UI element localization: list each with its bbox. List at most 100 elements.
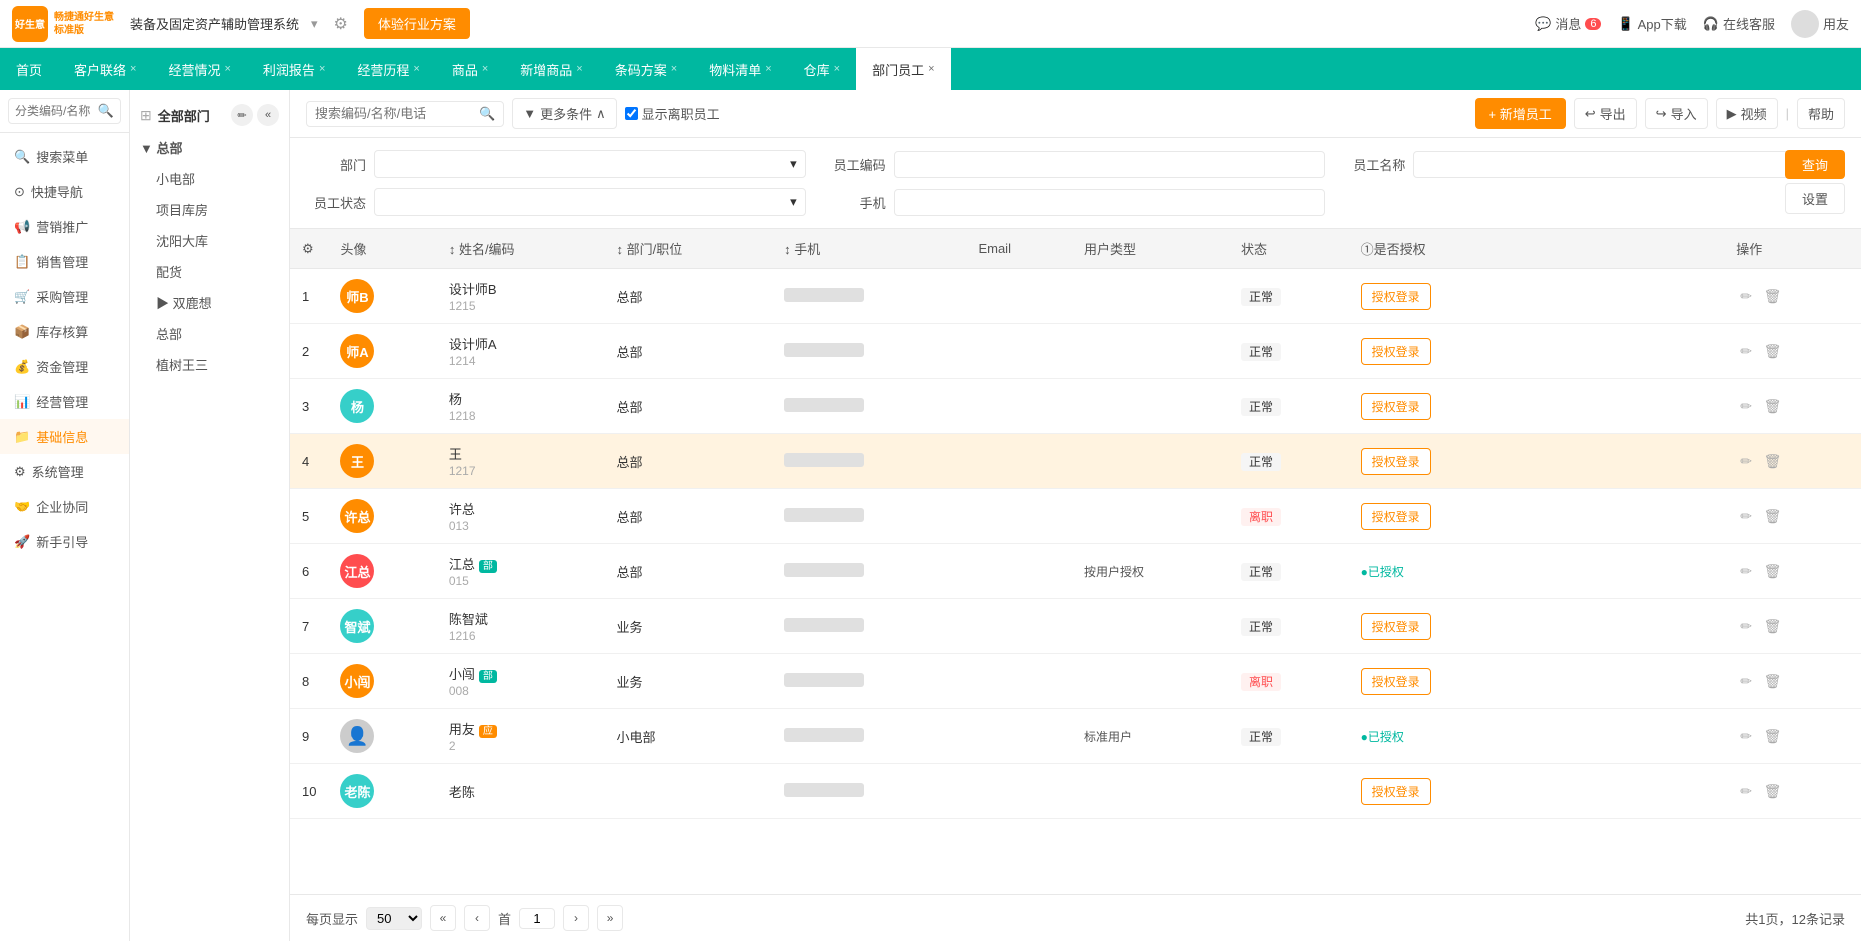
query-button[interactable]: 查询 — [1785, 150, 1845, 179]
reset-button[interactable]: 设置 — [1785, 183, 1845, 214]
row-auth[interactable]: 授权登录 — [1349, 654, 1525, 709]
export-button[interactable]: ↩ 导出 — [1574, 98, 1637, 129]
nav-item-条码方案[interactable]: 条码方案 × — [599, 48, 693, 90]
sidebar-item-basic[interactable]: 📁基础信息 — [0, 419, 129, 454]
help-button[interactable]: 帮助 — [1797, 98, 1845, 129]
edit-button[interactable]: ✏ — [1736, 286, 1756, 307]
delete-button[interactable]: 🗑 — [1760, 781, 1786, 802]
page-input[interactable] — [519, 908, 555, 929]
nav-close-icon[interactable]: × — [130, 63, 136, 75]
col-settings[interactable]: ⚙ — [290, 229, 328, 269]
dept-tree-item[interactable]: 植树王三 — [130, 349, 289, 380]
nav-item-经营历程[interactable]: 经营历程 × — [341, 48, 435, 90]
sidebar-item-system[interactable]: ⚙系统管理 — [0, 454, 129, 489]
emp-code-input[interactable] — [894, 151, 1326, 178]
row-auth[interactable]: 授权登录 — [1349, 599, 1525, 654]
delete-button[interactable]: 🗑 — [1760, 451, 1786, 472]
nav-item-新增商品[interactable]: 新增商品 × — [504, 48, 598, 90]
nav-close-icon[interactable]: × — [576, 63, 582, 75]
col-name[interactable]: ↕ 姓名/编码 — [437, 229, 605, 269]
auth-button[interactable]: 授权登录 — [1361, 778, 1431, 805]
sidebar-search-input[interactable] — [15, 104, 98, 118]
edit-button[interactable]: ✏ — [1736, 726, 1756, 747]
prev-page-button[interactable]: ‹ — [464, 905, 490, 931]
nav-close-icon[interactable]: × — [671, 63, 677, 75]
show-resigned-checkbox[interactable]: 显示离职员工 — [625, 104, 720, 123]
auth-button[interactable]: 授权登录 — [1361, 503, 1431, 530]
nav-close-icon[interactable]: × — [928, 63, 934, 75]
edit-button[interactable]: ✏ — [1736, 451, 1756, 472]
delete-button[interactable]: 🗑 — [1760, 616, 1786, 637]
sidebar-item-collab[interactable]: 🤝企业协同 — [0, 489, 129, 524]
delete-button[interactable]: 🗑 — [1760, 396, 1786, 417]
row-auth[interactable]: 授权登录 — [1349, 434, 1525, 489]
edit-button[interactable]: ✏ — [1736, 616, 1756, 637]
edit-button[interactable]: ✏ — [1736, 506, 1756, 527]
edit-button[interactable]: ✏ — [1736, 561, 1756, 582]
row-auth[interactable]: 授权登录 — [1349, 764, 1525, 819]
app-download-item[interactable]: 📱 App下载 — [1617, 14, 1686, 33]
auth-button[interactable]: 授权登录 — [1361, 283, 1431, 310]
nav-close-icon[interactable]: × — [834, 63, 840, 75]
nav-item-首页[interactable]: 首页 — [0, 48, 58, 90]
page-size-select[interactable]: 50 20 100 — [366, 907, 422, 930]
trial-button[interactable]: 体验行业方案 — [364, 8, 470, 39]
gear-icon[interactable]: ⚙ — [334, 14, 348, 34]
nav-close-icon[interactable]: × — [224, 63, 230, 75]
sidebar-item-inventory[interactable]: 📦库存核算 — [0, 314, 129, 349]
sidebar-item-search-menu[interactable]: 🔍搜索菜单 — [0, 139, 129, 174]
nav-item-客户联络[interactable]: 客户联络 × — [58, 48, 152, 90]
auth-button[interactable]: 授权登录 — [1361, 613, 1431, 640]
video-button[interactable]: ▶ 视频 — [1716, 98, 1778, 129]
row-auth[interactable]: 授权登录 — [1349, 269, 1525, 324]
dept-tree-item[interactable]: ▼ 总部 — [130, 132, 289, 163]
delete-button[interactable]: 🗑 — [1760, 671, 1786, 692]
dept-edit-button[interactable]: ✏ — [231, 104, 253, 126]
dropdown-icon[interactable]: ▾ — [311, 16, 318, 32]
delete-button[interactable]: 🗑 — [1760, 341, 1786, 362]
nav-item-商品[interactable]: 商品 × — [436, 48, 504, 90]
add-employee-button[interactable]: + 新增员工 — [1475, 98, 1566, 129]
nav-item-仓库[interactable]: 仓库 × — [788, 48, 856, 90]
emp-name-input[interactable] — [1413, 151, 1845, 178]
nav-close-icon[interactable]: × — [482, 63, 488, 75]
nav-close-icon[interactable]: × — [413, 63, 419, 75]
delete-button[interactable]: 🗑 — [1760, 561, 1786, 582]
nav-close-icon[interactable]: × — [319, 63, 325, 75]
sidebar-item-quick-nav[interactable]: ⊙快捷导航 — [0, 174, 129, 209]
auth-button[interactable]: 授权登录 — [1361, 448, 1431, 475]
edit-button[interactable]: ✏ — [1736, 671, 1756, 692]
online-service-item[interactable]: 🎧 在线客服 — [1703, 14, 1775, 33]
nav-item-利润报告[interactable]: 利润报告 × — [247, 48, 341, 90]
dept-tree-item[interactable]: 配货 — [130, 256, 289, 287]
edit-button[interactable]: ✏ — [1736, 341, 1756, 362]
delete-button[interactable]: 🗑 — [1760, 506, 1786, 527]
sidebar-item-purchase[interactable]: 🛒采购管理 — [0, 279, 129, 314]
search-input[interactable] — [315, 106, 475, 121]
dept-tree-item[interactable]: 小电部 — [130, 163, 289, 194]
more-filter-button[interactable]: ▼ 更多条件 ∧ — [512, 98, 616, 129]
delete-button[interactable]: 🗑 — [1760, 286, 1786, 307]
import-button[interactable]: ↪ 导入 — [1645, 98, 1708, 129]
sidebar-item-operation[interactable]: 📊经营管理 — [0, 384, 129, 419]
edit-button[interactable]: ✏ — [1736, 396, 1756, 417]
auth-button[interactable]: 授权登录 — [1361, 338, 1431, 365]
row-auth[interactable]: 授权登录 — [1349, 489, 1525, 544]
col-phone[interactable]: ↕ 手机 — [772, 229, 966, 269]
first-page-button[interactable]: « — [430, 905, 456, 931]
col-dept[interactable]: ↕ 部门/职位 — [604, 229, 772, 269]
nav-item-经营情况[interactable]: 经营情况 × — [152, 48, 246, 90]
auth-button[interactable]: 授权登录 — [1361, 393, 1431, 420]
nav-item-物料清单[interactable]: 物料清单 × — [693, 48, 787, 90]
dept-select[interactable]: ▾ — [374, 150, 806, 178]
edit-button[interactable]: ✏ — [1736, 781, 1756, 802]
sidebar-item-sales[interactable]: 📋销售管理 — [0, 244, 129, 279]
row-auth[interactable]: 授权登录 — [1349, 379, 1525, 434]
nav-close-icon[interactable]: × — [765, 63, 771, 75]
user-item[interactable]: 用友 — [1791, 10, 1849, 38]
message-item[interactable]: 💬 消息 6 — [1535, 14, 1601, 33]
last-page-button[interactable]: » — [597, 905, 623, 931]
sidebar-item-marketing[interactable]: 📢营销推广 — [0, 209, 129, 244]
sidebar-item-guide[interactable]: 🚀新手引导 — [0, 524, 129, 559]
nav-item-部门员工[interactable]: 部门员工 × — [856, 48, 950, 90]
